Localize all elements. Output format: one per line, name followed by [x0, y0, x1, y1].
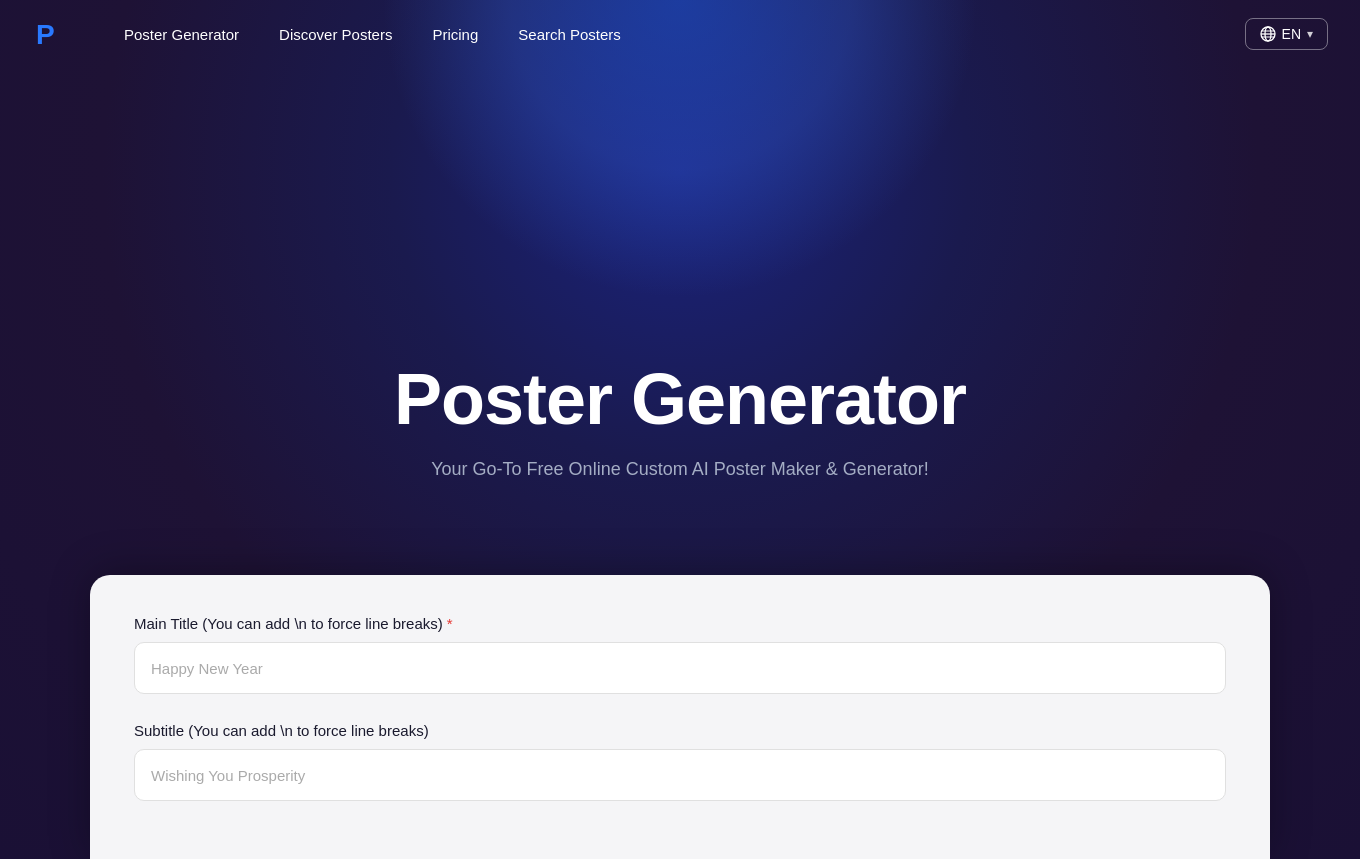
subtitle-field: Subtitle (You can add \n to force line b…	[134, 722, 1226, 801]
nav-item-discover-posters[interactable]: Discover Posters	[263, 18, 408, 51]
hero-title: Poster Generator	[0, 360, 1360, 439]
nav-item-search-posters[interactable]: Search Posters	[502, 18, 637, 51]
chevron-down-icon: ▾	[1307, 27, 1313, 41]
main-title-field: Main Title (You can add \n to force line…	[134, 615, 1226, 694]
subtitle-label: Subtitle (You can add \n to force line b…	[134, 722, 1226, 739]
hero-section: P Poster Generator Discover Posters Pric…	[0, 0, 1360, 859]
logo[interactable]: P	[32, 16, 68, 52]
form-card: Main Title (You can add \n to force line…	[90, 575, 1270, 859]
svg-text:P: P	[36, 19, 55, 50]
hero-subtitle: Your Go-To Free Online Custom AI Poster …	[0, 459, 1360, 480]
globe-icon	[1260, 26, 1276, 42]
nav-item-poster-generator[interactable]: Poster Generator	[108, 18, 255, 51]
language-selector[interactable]: EN ▾	[1245, 18, 1328, 50]
main-title-input[interactable]	[134, 642, 1226, 694]
required-indicator: *	[447, 615, 453, 632]
subtitle-input[interactable]	[134, 749, 1226, 801]
hero-content: Poster Generator Your Go-To Free Online …	[0, 360, 1360, 480]
main-title-label: Main Title (You can add \n to force line…	[134, 615, 1226, 632]
nav-links: Poster Generator Discover Posters Pricin…	[108, 18, 1245, 51]
nav-item-pricing[interactable]: Pricing	[416, 18, 494, 51]
lang-label: EN	[1282, 26, 1301, 42]
navbar: P Poster Generator Discover Posters Pric…	[0, 0, 1360, 68]
